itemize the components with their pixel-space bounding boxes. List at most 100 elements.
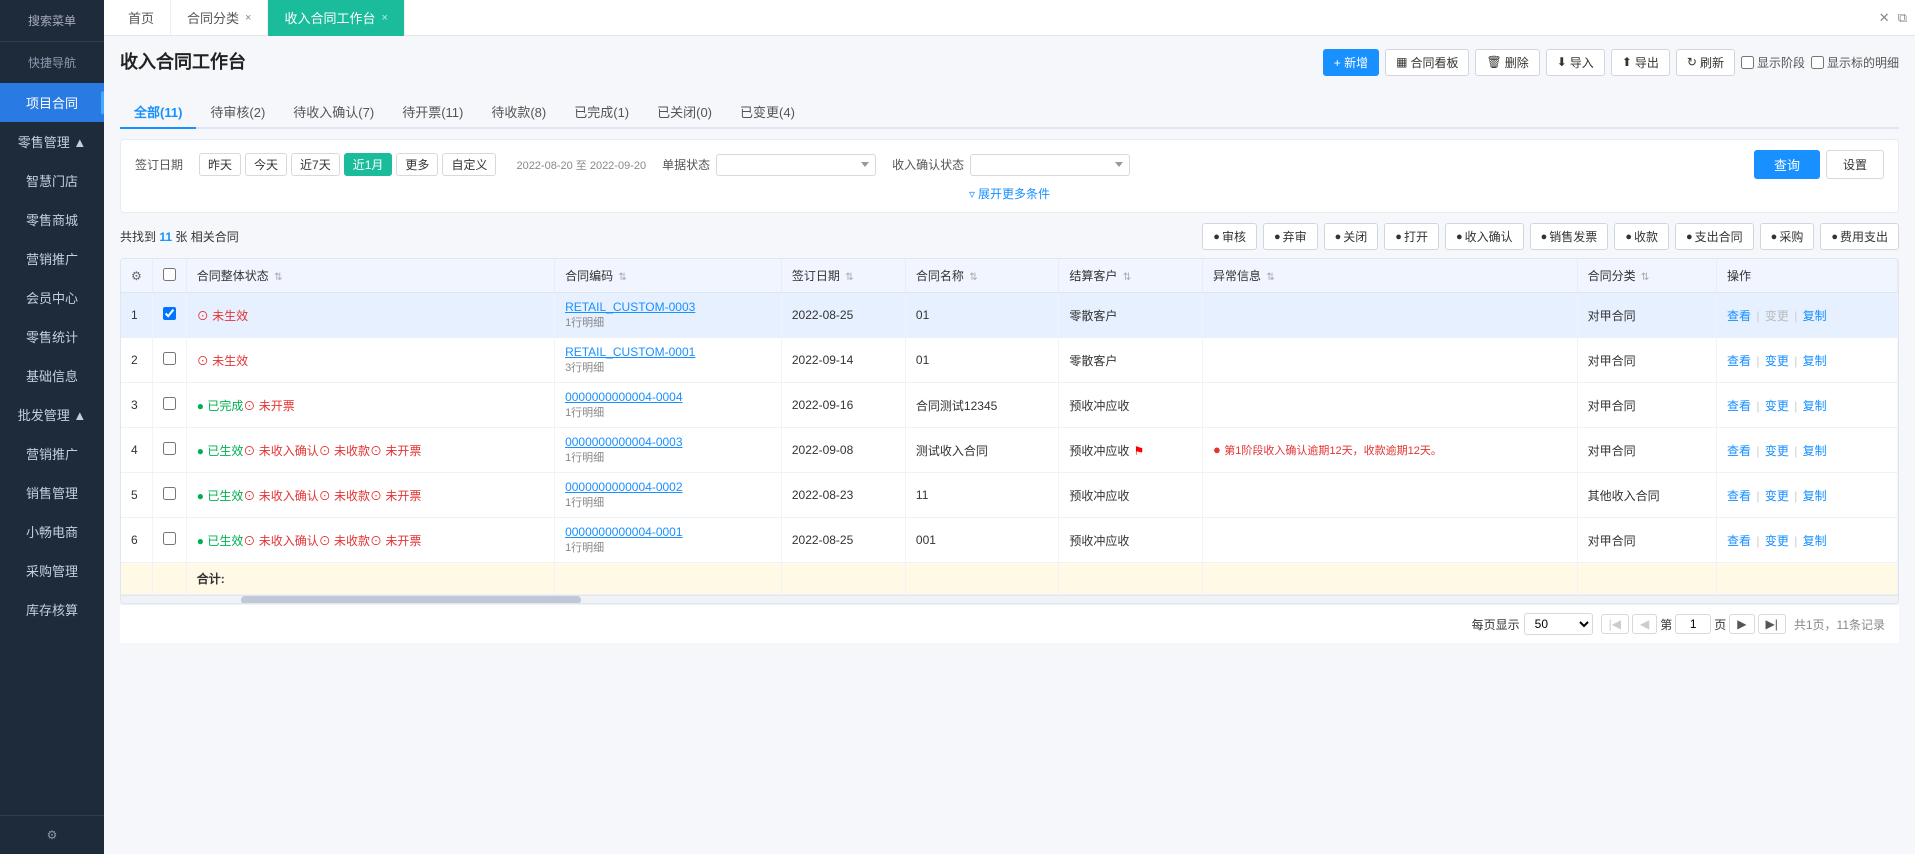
page-input[interactable] (1675, 614, 1711, 634)
contract-code-link[interactable]: RETAIL_CUSTOM-0003 (565, 300, 695, 314)
contract-view-btn[interactable]: ▦ 合同看板 (1385, 49, 1469, 76)
select-all-checkbox[interactable] (163, 268, 176, 281)
date-btn-more[interactable]: 更多 (396, 153, 438, 176)
row-checkbox[interactable] (163, 487, 176, 500)
op-btn-查看[interactable]: 查看 (1727, 489, 1751, 503)
status-tab-pending_payment[interactable]: 待收款(8) (477, 96, 560, 129)
window-restore-btn[interactable]: ⧉ (1898, 10, 1907, 26)
action-btn-cost_out[interactable]: ● 费用支出 (1820, 223, 1899, 250)
op-btn-复制[interactable]: 复制 (1803, 534, 1827, 548)
op-btn-复制[interactable]: 复制 (1803, 309, 1827, 323)
first-page-btn[interactable]: |◀ (1601, 614, 1629, 634)
date-btn-custom[interactable]: 自定义 (442, 153, 496, 176)
query-btn[interactable]: 查询 (1754, 150, 1820, 179)
income-confirm-select[interactable] (970, 154, 1130, 176)
sidebar-item-marketing2[interactable]: 营销推广 (0, 434, 104, 473)
refresh-btn[interactable]: ↻ 刷新 (1676, 49, 1735, 76)
sidebar-item-wholesale_mgmt[interactable]: 批发管理 ▲ (0, 395, 104, 434)
sidebar-item-xiaochang[interactable]: 小畅电商 (0, 512, 104, 551)
op-btn-查看[interactable]: 查看 (1727, 354, 1751, 368)
op-btn-变更[interactable]: 变更 (1765, 354, 1789, 368)
action-btn-collect[interactable]: ● 收款 (1614, 223, 1669, 250)
op-btn-复制[interactable]: 复制 (1803, 399, 1827, 413)
date-btn-last7[interactable]: 近7天 (291, 153, 340, 176)
row-checkbox[interactable] (163, 307, 176, 320)
status-tab-completed[interactable]: 已完成(1) (560, 96, 643, 129)
sidebar-item-marketing[interactable]: 营销推广 (0, 239, 104, 278)
tab-close-income_workbench[interactable]: × (381, 12, 387, 24)
sidebar-search[interactable]: 搜索菜单 (0, 0, 104, 42)
last-page-btn[interactable]: ▶| (1758, 614, 1786, 634)
sidebar-item-member_center[interactable]: 会员中心 (0, 278, 104, 317)
horizontal-scrollbar[interactable] (121, 595, 1898, 603)
action-btn-close[interactable]: ● 关闭 (1324, 223, 1379, 250)
op-btn-查看[interactable]: 查看 (1727, 399, 1751, 413)
doc-status-select[interactable] (716, 154, 876, 176)
op-btn-复制[interactable]: 复制 (1803, 354, 1827, 368)
sidebar-item-inventory[interactable]: 库存核算 (0, 590, 104, 629)
show-fields-checkbox[interactable] (1741, 56, 1754, 69)
sidebar-item-retail_commerce[interactable]: 零售商城 (0, 200, 104, 239)
op-btn-变更[interactable]: 变更 (1765, 399, 1789, 413)
contract-code-link[interactable]: 0000000000004-0001 (565, 525, 682, 539)
per-page-select[interactable]: 102050100 (1524, 613, 1593, 635)
row-checkbox[interactable] (163, 397, 176, 410)
action-btn-income_confirm[interactable]: ● 收入确认 (1445, 223, 1524, 250)
new-btn[interactable]: + 新增 (1323, 49, 1379, 76)
tab-income_workbench[interactable]: 收入合同工作台× (268, 0, 404, 36)
sidebar-item-purchase_mgmt[interactable]: 采购管理 (0, 551, 104, 590)
contract-code-link[interactable]: 0000000000004-0004 (565, 390, 682, 404)
filter-settings-btn[interactable]: 设置 (1826, 150, 1884, 179)
op-btn-查看[interactable]: 查看 (1727, 444, 1751, 458)
sidebar-settings-btn[interactable]: ⚙ (0, 815, 104, 854)
sidebar-item-retail_stats[interactable]: 零售统计 (0, 317, 104, 356)
scrollbar-thumb[interactable] (241, 596, 581, 604)
contract-code-link[interactable]: 0000000000004-0002 (565, 480, 682, 494)
tab-contract_cat[interactable]: 合同分类× (171, 0, 268, 36)
status-tab-changed[interactable]: 已变更(4) (726, 96, 809, 129)
op-btn-变更[interactable]: 变更 (1765, 309, 1789, 323)
import-btn[interactable]: ⬇ 导入 (1546, 49, 1605, 76)
op-btn-变更[interactable]: 变更 (1765, 444, 1789, 458)
action-btn-abandon[interactable]: ● 弃审 (1263, 223, 1318, 250)
action-btn-expense_out[interactable]: ● 支出合同 (1675, 223, 1754, 250)
row-checkbox[interactable] (163, 532, 176, 545)
show-fields-check[interactable]: 显示阶段 (1741, 54, 1805, 71)
contract-code-link[interactable]: RETAIL_CUSTOM-0001 (565, 345, 695, 359)
row-checkbox[interactable] (163, 442, 176, 455)
status-tab-all[interactable]: 全部(11) (120, 96, 196, 129)
sidebar-item-smart_store[interactable]: 智慧门店 (0, 161, 104, 200)
sidebar-item-basic_info[interactable]: 基础信息 (0, 356, 104, 395)
action-btn-sales_invoice[interactable]: ● 销售发票 (1530, 223, 1609, 250)
tab-home[interactable]: 首页 (112, 0, 171, 36)
row-checkbox[interactable] (163, 352, 176, 365)
show-details-checkbox[interactable] (1811, 56, 1824, 69)
status-tab-closed[interactable]: 已关闭(0) (643, 96, 726, 129)
action-btn-review[interactable]: ● 审核 (1202, 223, 1257, 250)
expand-btn[interactable]: ▿ 展开更多条件 (969, 185, 1050, 202)
date-btn-last1month[interactable]: 近1月 (344, 153, 393, 176)
sidebar-quick-nav[interactable]: 快捷导航 (0, 46, 104, 79)
status-tab-pending_review[interactable]: 待审核(2) (196, 96, 279, 129)
status-tab-pending_income[interactable]: 待收入确认(7) (279, 96, 388, 129)
status-tab-pending_invoice[interactable]: 待开票(11) (388, 96, 477, 129)
tab-close-contract_cat[interactable]: × (245, 12, 251, 24)
gear-column-header[interactable]: ⚙ (121, 259, 152, 293)
date-btn-yesterday[interactable]: 昨天 (199, 153, 241, 176)
date-btn-today[interactable]: 今天 (245, 153, 287, 176)
op-btn-变更[interactable]: 变更 (1765, 489, 1789, 503)
sidebar-item-project[interactable]: 项目合同 (0, 83, 104, 122)
next-page-btn[interactable]: ▶ (1729, 614, 1754, 634)
action-btn-open_doc[interactable]: ● 打开 (1384, 223, 1439, 250)
delete-btn[interactable]: 🗑 删除 (1475, 49, 1539, 76)
show-details-check[interactable]: 显示标的明细 (1811, 54, 1899, 71)
window-close-btn[interactable]: ✕ (1879, 10, 1890, 26)
op-btn-复制[interactable]: 复制 (1803, 444, 1827, 458)
sidebar-item-retail_mgmt[interactable]: 零售管理 ▲ (0, 122, 104, 161)
op-btn-查看[interactable]: 查看 (1727, 309, 1751, 323)
op-btn-变更[interactable]: 变更 (1765, 534, 1789, 548)
export-btn[interactable]: ⬆ 导出 (1611, 49, 1670, 76)
op-btn-复制[interactable]: 复制 (1803, 489, 1827, 503)
op-btn-查看[interactable]: 查看 (1727, 534, 1751, 548)
contract-code-link[interactable]: 0000000000004-0003 (565, 435, 682, 449)
